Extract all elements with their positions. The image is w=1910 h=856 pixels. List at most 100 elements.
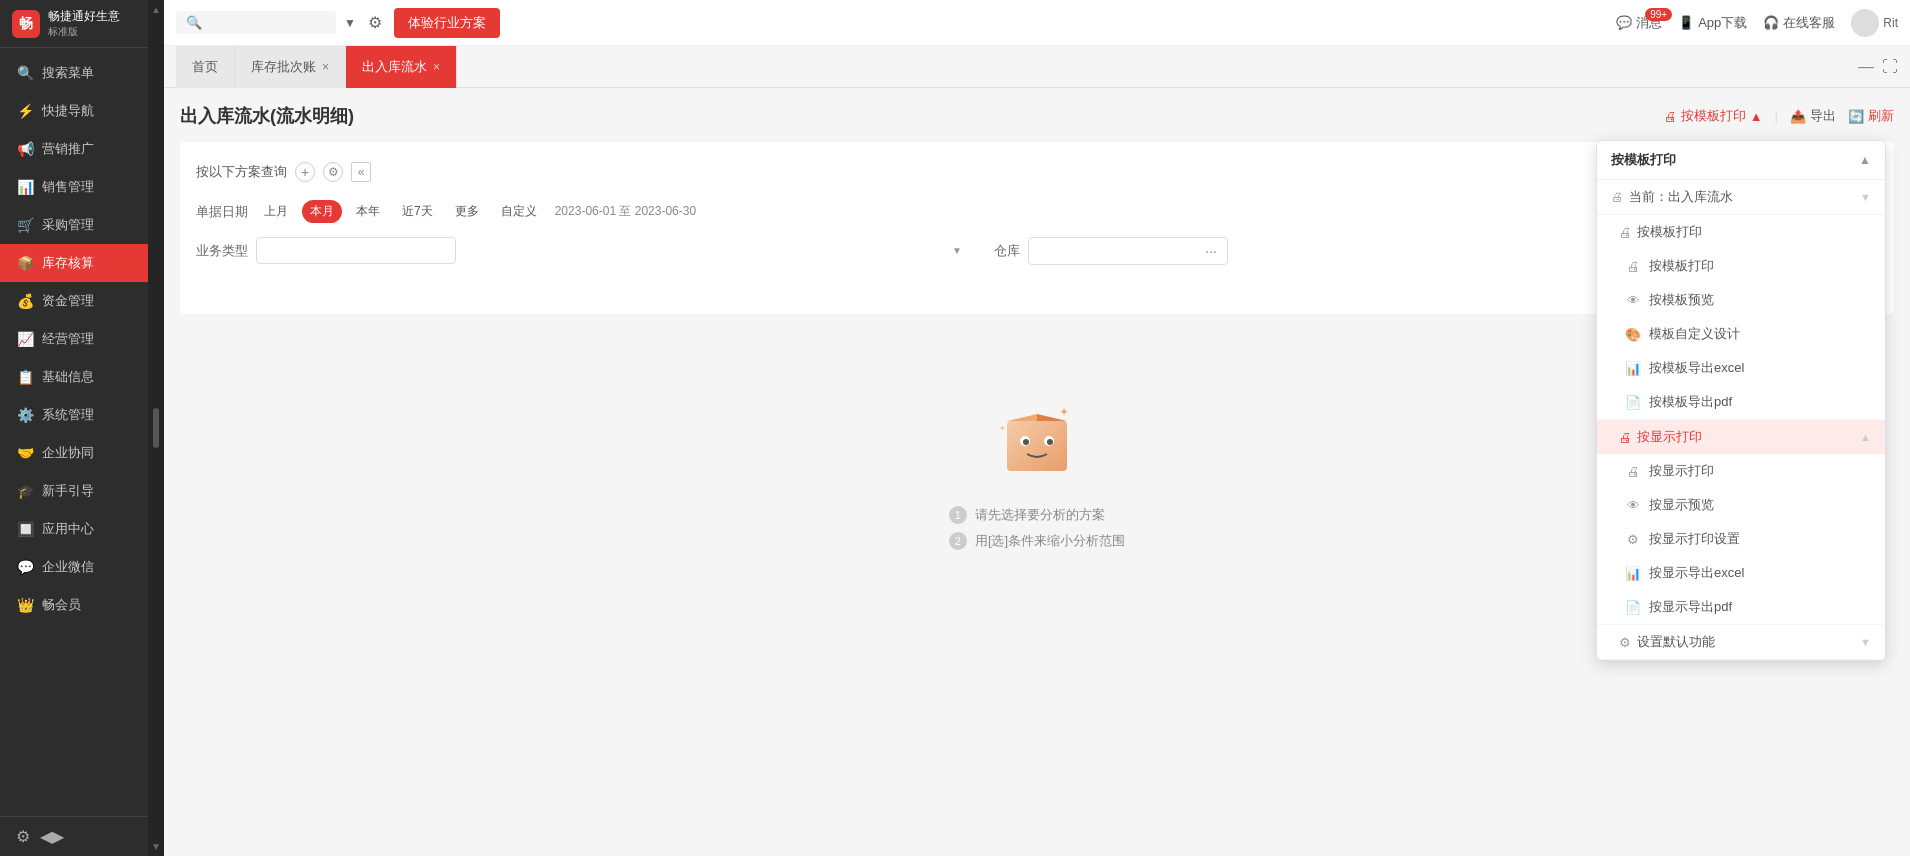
- filter-add-button[interactable]: +: [295, 162, 315, 182]
- industry-solution-button[interactable]: 体验行业方案: [394, 8, 500, 38]
- date-opt-last-month[interactable]: 上月: [256, 200, 296, 223]
- header-gear-button[interactable]: ⚙: [364, 9, 386, 36]
- sidebar-item-cooperation[interactable]: 🤝 企业协同: [0, 434, 148, 472]
- business-type-select-arrow: ▼: [952, 245, 962, 256]
- template-preview-item[interactable]: 👁 按模板预览: [1597, 283, 1885, 317]
- tab-minimize-button[interactable]: —: [1858, 58, 1874, 76]
- date-opt-7days[interactable]: 近7天: [394, 200, 441, 223]
- date-opt-more[interactable]: 更多: [447, 200, 487, 223]
- scroll-thumb[interactable]: [153, 408, 159, 448]
- template-print-item[interactable]: 🖨 按模板打印: [1597, 249, 1885, 283]
- sidebar-settings-icon[interactable]: ⚙: [16, 827, 30, 846]
- sidebar-item-member[interactable]: 👑 畅会员: [0, 586, 148, 624]
- date-opt-custom[interactable]: 自定义: [493, 200, 545, 223]
- printer-icon: 🖨: [1664, 109, 1677, 124]
- header-search-input[interactable]: [208, 16, 326, 30]
- warehouse-dots-button[interactable]: ···: [1205, 243, 1217, 259]
- empty-state-illustration: ✦ ✦: [987, 386, 1087, 486]
- user-profile-button[interactable]: Rit: [1851, 9, 1898, 37]
- tab-bar-left: 首页 库存批次账 × 出入库流水 ×: [176, 46, 457, 88]
- messages-badge: 99+: [1645, 8, 1672, 21]
- sidebar-item-guide[interactable]: 🎓 新手引导: [0, 472, 148, 510]
- preset-printer-icon: 🖨: [1611, 190, 1623, 204]
- template-export-pdf-label: 按模板导出pdf: [1649, 393, 1732, 411]
- display-export-excel-label: 按显示导出excel: [1649, 564, 1744, 582]
- sidebar-item-finance[interactable]: 💰 资金管理: [0, 282, 148, 320]
- tab-inventory-batch[interactable]: 库存批次账 ×: [235, 46, 346, 88]
- template-export-excel-item[interactable]: 📊 按模板导出excel: [1597, 351, 1885, 385]
- sidebar: 畅 畅捷通好生意 标准版 🔍 搜索菜单 ⚡ 快捷导航 📢 营销推广 📊 销售管理: [0, 0, 148, 856]
- tab-inout-flow[interactable]: 出入库流水 ×: [346, 46, 457, 88]
- sidebar-label-finance: 资金管理: [42, 292, 94, 310]
- app-download-button[interactable]: 📱 App下载: [1678, 14, 1747, 32]
- export-button[interactable]: 📤 导出: [1790, 107, 1836, 125]
- export-label: 导出: [1810, 107, 1836, 125]
- svg-text:✦: ✦: [1059, 405, 1069, 419]
- display-print-item[interactable]: 🖨 按显示打印: [1597, 454, 1885, 488]
- svg-point-6: [1047, 439, 1053, 445]
- step-1-number: 1: [949, 506, 967, 524]
- display-preview-item[interactable]: 👁 按显示预览: [1597, 488, 1885, 522]
- sidebar-label-wechat: 企业微信: [42, 558, 94, 576]
- template-export-pdf-item[interactable]: 📄 按模板导出pdf: [1597, 385, 1885, 419]
- sidebar-item-operations[interactable]: 📈 经营管理: [0, 320, 148, 358]
- refresh-button[interactable]: 🔄 刷新: [1848, 107, 1894, 125]
- display-section-icon: 🖨: [1617, 429, 1633, 445]
- sidebar-item-system[interactable]: ⚙️ 系统管理: [0, 396, 148, 434]
- scroll-up-arrow[interactable]: ▲: [148, 0, 164, 19]
- sidebar-item-basic[interactable]: 📋 基础信息: [0, 358, 148, 396]
- sidebar-label-marketing: 营销推广: [42, 140, 94, 158]
- sidebar-item-search[interactable]: 🔍 搜索菜单: [0, 54, 148, 92]
- guide-icon: 🎓: [16, 482, 34, 500]
- marketing-icon: 📢: [16, 140, 34, 158]
- print-dropdown-close-arrow[interactable]: ▲: [1859, 153, 1871, 167]
- template-print-section-header[interactable]: 🖨 按模板打印: [1597, 215, 1885, 249]
- tab-home[interactable]: 首页: [176, 46, 235, 88]
- filter-warehouse-input[interactable]: ···: [1028, 237, 1228, 265]
- display-export-pdf-item[interactable]: 📄 按显示导出pdf: [1597, 590, 1885, 624]
- sidebar-item-wechat[interactable]: 💬 企业微信: [0, 548, 148, 586]
- filter-collapse-button[interactable]: «: [351, 162, 371, 182]
- apps-icon: 🔲: [16, 520, 34, 538]
- template-print-item-label: 按模板打印: [1649, 257, 1714, 275]
- online-service-button[interactable]: 🎧 在线客服: [1763, 14, 1835, 32]
- sidebar-item-quick-nav[interactable]: ⚡ 快捷导航: [0, 92, 148, 130]
- template-preview-label: 按模板预览: [1649, 291, 1714, 309]
- filter-settings-button[interactable]: ⚙: [323, 162, 343, 182]
- sidebar-item-inventory[interactable]: 📦 库存核算: [0, 244, 148, 282]
- sidebar-collapse-icon[interactable]: ◀▶: [40, 827, 64, 846]
- messages-button[interactable]: 💬 消息 99+: [1616, 14, 1662, 32]
- template-custom-item[interactable]: 🎨 模板自定义设计: [1597, 317, 1885, 351]
- display-export-excel-item[interactable]: 📊 按显示导出excel: [1597, 556, 1885, 590]
- inventory-icon: 📦: [16, 254, 34, 272]
- set-default-section-header[interactable]: ⚙ 设置默认功能 ▼: [1597, 625, 1885, 659]
- display-print-section-header[interactable]: 🖨 按显示打印 ▲: [1597, 420, 1885, 454]
- headset-icon: 🎧: [1763, 15, 1779, 30]
- header-search-dropdown[interactable]: ▼: [344, 16, 356, 30]
- sidebar-item-marketing[interactable]: 📢 营销推广: [0, 130, 148, 168]
- sidebar-item-apps[interactable]: 🔲 应用中心: [0, 510, 148, 548]
- user-avatar: [1851, 9, 1879, 37]
- scroll-down-arrow[interactable]: ▼: [148, 837, 164, 856]
- print-button[interactable]: 🖨 按模板打印 ▲: [1664, 107, 1763, 125]
- tab-maximize-button[interactable]: ⛶: [1882, 58, 1898, 76]
- date-opt-this-month[interactable]: 本月: [302, 200, 342, 223]
- filter-business-type-select[interactable]: [256, 237, 456, 264]
- tab-inout-flow-close[interactable]: ×: [433, 60, 440, 74]
- display-print-label: 按显示打印: [1649, 462, 1714, 480]
- page-title: 出入库流水(流水明细): [180, 104, 354, 128]
- date-opt-this-year[interactable]: 本年: [348, 200, 388, 223]
- display-settings-icon: ⚙: [1625, 531, 1641, 547]
- sidebar-scrollbar: ▲ ▼: [148, 0, 164, 856]
- message-icon: 💬: [1616, 15, 1632, 30]
- date-range-display: 2023-06-01 至 2023-06-30: [555, 203, 696, 220]
- sidebar-item-purchase[interactable]: 🛒 采购管理: [0, 206, 148, 244]
- display-print-settings-item[interactable]: ⚙ 按显示打印设置: [1597, 522, 1885, 556]
- sidebar-item-sales[interactable]: 📊 销售管理: [0, 168, 148, 206]
- main-content: 🔍 ▼ ⚙ 体验行业方案 💬 消息 99+ 📱 App下载 🎧 在线客服: [164, 0, 1910, 856]
- svg-marker-1: [1007, 414, 1037, 421]
- tab-home-label: 首页: [192, 58, 218, 76]
- tab-inventory-batch-close[interactable]: ×: [322, 60, 329, 74]
- header-left: 🔍 ▼ ⚙ 体验行业方案: [176, 8, 500, 38]
- header-search-box[interactable]: 🔍: [176, 11, 336, 34]
